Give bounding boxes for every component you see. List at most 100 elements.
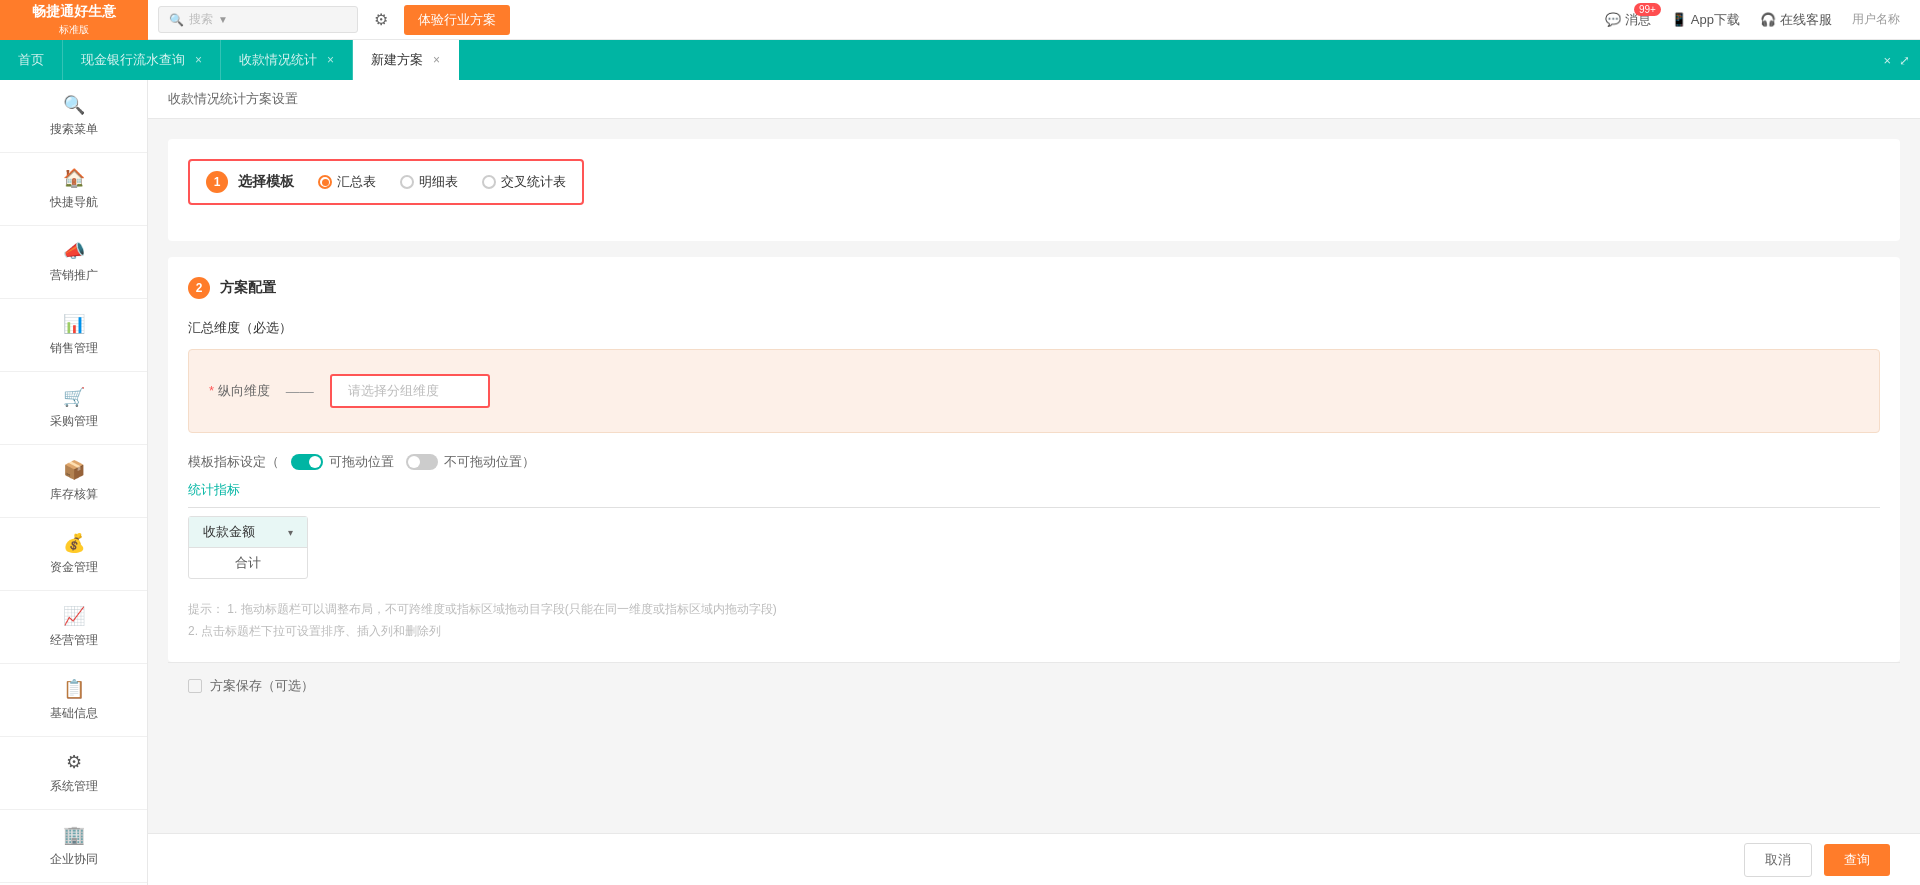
top-search-area: 🔍 搜索 ▼ ⚙ 体验行业方案 [148,5,1605,35]
inventory-icon: 📦 [63,459,85,481]
toggle-on-icon [291,454,323,470]
tab-receipts[interactable]: 收款情况统计 × [221,40,353,80]
breadcrumb: 收款情况统计方案设置 [148,80,1920,119]
sidebar-item-cooperation[interactable]: 🏢 企业协同 [0,810,147,883]
tab-new-plan-close[interactable]: × [433,53,440,67]
step1-header: 1 选择模板 汇总表 明细 [188,159,1880,205]
cooperation-icon: 🏢 [63,824,85,846]
metrics-section: 模板指标设定（ 可拖动位置 不可拖动位置） 统计指标 [188,453,1880,579]
sidebar: 🔍 搜索菜单 🏠 快捷导航 📣 营销推广 📊 销售管理 🛒 采购管理 📦 库存核… [0,80,148,885]
sidebar-item-marketing[interactable]: 📣 营销推广 [0,226,147,299]
tab-home[interactable]: 首页 [0,40,63,80]
cancel-button[interactable]: 取消 [1744,843,1812,877]
toggle-draggable[interactable]: 可拖动位置 [291,453,394,471]
metrics-table-body: 合计 [189,548,307,578]
top-bar: 畅捷通好生意 标准版 🔍 搜索 ▼ ⚙ 体验行业方案 💬 消息 99+ 📱 Ap… [0,0,1920,40]
arrow-icon: —— [286,383,314,399]
save-checkbox[interactable] [188,679,202,693]
step2-title: 方案配置 [220,279,276,297]
purchase-icon: 🛒 [63,386,85,408]
tab-close-all-icon[interactable]: × [1883,53,1891,68]
system-icon: ⚙ [66,751,82,773]
sidebar-item-system[interactable]: ⚙ 系统管理 [0,737,147,810]
gear-button[interactable]: ⚙ [366,5,396,35]
tips-area: 提示： 1. 拖动标题栏可以调整布局，不可跨维度或指标区域拖动目字段(只能在同一… [188,599,1880,642]
trial-button[interactable]: 体验行业方案 [404,5,510,35]
vertical-label-text: 纵向维度 [218,383,270,398]
radio-summary-label: 汇总表 [337,173,376,191]
tab-expand-icon[interactable]: ⤢ [1899,53,1910,68]
metrics-table-header: 收款金额 ▾ [189,517,307,548]
metrics-cell-total: 合计 [235,555,261,570]
tab-receipts-close[interactable]: × [327,53,334,67]
sidebar-item-quicknav[interactable]: 🏠 快捷导航 [0,153,147,226]
sidebar-item-finance[interactable]: 💰 资金管理 [0,518,147,591]
service-button[interactable]: 🎧 在线客服 [1760,11,1832,29]
tab-cashflow-close[interactable]: × [195,53,202,67]
dimension-area: * 纵向维度 —— 请选择分组维度 [188,349,1880,433]
sidebar-item-purchase[interactable]: 🛒 采购管理 [0,372,147,445]
toggle-on-label: 可拖动位置 [329,453,394,471]
tab-receipts-label: 收款情况统计 [239,51,317,69]
step1-number: 1 [206,171,228,193]
toggle-off-label: 不可拖动位置） [444,453,535,471]
gear-icon: ⚙ [374,10,388,29]
marketing-icon: 📣 [63,240,85,262]
radio-cross-label: 交叉统计表 [501,173,566,191]
radio-summary-inner [322,179,329,186]
service-label: 在线客服 [1780,11,1832,29]
sidebar-item-sales-label: 销售管理 [50,340,98,357]
metrics-table: 收款金额 ▾ 合计 [188,516,308,579]
tab-home-label: 首页 [18,51,44,69]
radio-detail-circle [400,175,414,189]
chevron-down-icon[interactable]: ▾ [288,527,293,538]
metrics-label-row: 模板指标设定（ 可拖动位置 不可拖动位置） [188,453,1880,471]
radio-detail[interactable]: 明细表 [400,173,458,191]
service-icon: 🎧 [1760,12,1776,27]
logo-name: 畅捷通好生意 [32,3,116,21]
search-box[interactable]: 🔍 搜索 ▼ [158,6,358,33]
sidebar-item-purchase-label: 采购管理 [50,413,98,430]
logo-sub: 标准版 [59,23,89,37]
dimension-title-text: 汇总维度（必选） [188,320,292,335]
sidebar-item-management[interactable]: 📈 经营管理 [0,591,147,664]
vertical-dim-label: * 纵向维度 [209,382,270,400]
finance-icon: 💰 [63,532,85,554]
radio-summary[interactable]: 汇总表 [318,173,376,191]
content-body: 1 选择模板 汇总表 明细 [148,119,1920,833]
logo: 畅捷通好生意 标准版 [0,0,148,40]
sidebar-item-base[interactable]: 📋 基础信息 [0,664,147,737]
tab-new-plan[interactable]: 新建方案 × [353,40,459,80]
message-button[interactable]: 💬 消息 99+ [1605,11,1651,29]
sidebar-item-search[interactable]: 🔍 搜索菜单 [0,80,147,153]
tab-cashflow-label: 现金银行流水查询 [81,51,185,69]
breadcrumb-text: 收款情况统计方案设置 [168,91,298,106]
toggle-non-draggable[interactable]: 不可拖动位置） [406,453,535,471]
sidebar-item-management-label: 经营管理 [50,632,98,649]
tab-bar: 首页 现金银行流水查询 × 收款情况统计 × 新建方案 × × ⤢ [0,40,1920,80]
step1-title: 选择模板 [238,173,294,191]
sidebar-item-marketing-label: 营销推广 [50,267,98,284]
dimension-select[interactable]: 请选择分组维度 [330,374,490,408]
stats-label: 统计指标 [188,481,1880,508]
radio-cross[interactable]: 交叉统计表 [482,173,566,191]
message-badge: 99+ [1634,3,1661,16]
radio-cross-circle [482,175,496,189]
tab-cashflow[interactable]: 现金银行流水查询 × [63,40,221,80]
home-icon: 🏠 [63,167,85,189]
query-button[interactable]: 查询 [1824,844,1890,876]
save-option: 方案保存（可选） [168,662,1900,709]
message-icon: 💬 [1605,12,1621,27]
save-label: 方案保存（可选） [210,677,314,695]
search-menu-icon: 🔍 [63,94,85,116]
search-placeholder: 搜索 [189,11,213,28]
sidebar-item-base-label: 基础信息 [50,705,98,722]
sidebar-item-quicknav-label: 快捷导航 [50,194,98,211]
download-label: App下载 [1691,11,1740,29]
download-button[interactable]: 📱 App下载 [1671,11,1740,29]
sidebar-item-inventory[interactable]: 📦 库存核算 [0,445,147,518]
management-icon: 📈 [63,605,85,627]
search-icon: 🔍 [169,13,184,27]
chevron-down-icon: ▼ [218,14,228,25]
sidebar-item-sales[interactable]: 📊 销售管理 [0,299,147,372]
